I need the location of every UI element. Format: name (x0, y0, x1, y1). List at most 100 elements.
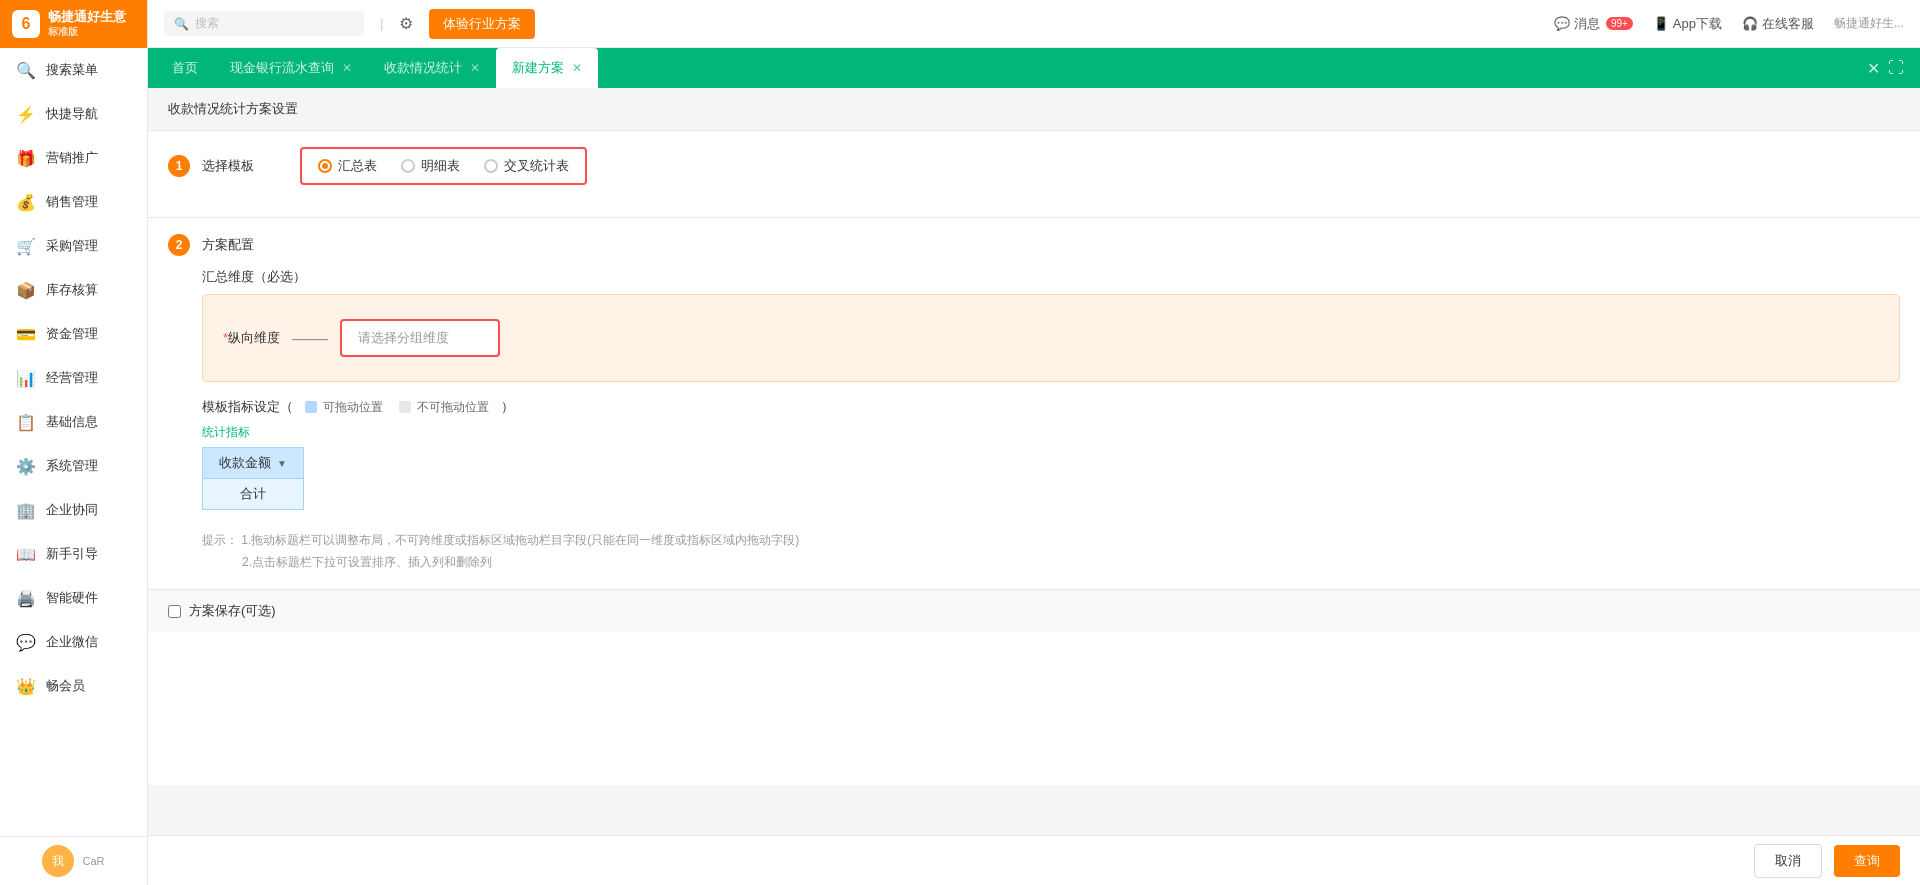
message-btn[interactable]: 💬 消息 99+ (1554, 15, 1633, 33)
save-section: 方案保存(可选) (148, 589, 1920, 632)
sidebar-item-sales[interactable]: 💰 销售管理 (0, 180, 147, 224)
download-label: App下载 (1673, 15, 1722, 33)
sidebar: 6 畅捷通好生意 标准版 🔍 搜索菜单 ⚡ 快捷导航 🎁 营销推广 💰 销售管理… (0, 0, 148, 885)
tab-bank-close[interactable]: ✕ (342, 61, 352, 75)
query-button[interactable]: 查询 (1834, 845, 1900, 877)
breadcrumb: 收款情况统计方案设置 (148, 88, 1920, 131)
sidebar-item-hardware[interactable]: 🖨️ 智能硬件 (0, 576, 147, 620)
capital-icon: 💳 (16, 325, 36, 344)
sidebar-item-label: 资金管理 (46, 325, 98, 343)
sidebar-item-label: 基础信息 (46, 413, 98, 431)
metric-body-cell: 合计 (202, 479, 304, 510)
vertical-dim-row: *纵向维度 —— 请选择分组维度 (223, 319, 1879, 357)
sidebar-item-operation[interactable]: 📊 经营管理 (0, 356, 147, 400)
avatar: 我 (42, 845, 74, 877)
main-area: 🔍 搜索 | ⚙ 体验行业方案 💬 消息 99+ 📱 App下载 🎧 在线客服 … (148, 0, 1920, 885)
sidebar-item-capital[interactable]: 💳 资金管理 (0, 312, 147, 356)
logo-icon: 6 (12, 10, 40, 38)
step2-number: 2 (168, 234, 190, 256)
message-label: 消息 (1574, 15, 1600, 33)
sidebar-item-corp[interactable]: 🏢 企业协同 (0, 488, 147, 532)
metric-header-cell[interactable]: 收款金额 ▼ (202, 447, 304, 479)
sidebar-item-search[interactable]: 🔍 搜索菜单 (0, 48, 147, 92)
sidebar-item-base[interactable]: 📋 基础信息 (0, 400, 147, 444)
save-label: 方案保存(可选) (189, 602, 276, 620)
message-icon: 💬 (1554, 16, 1570, 31)
metrics-grid: 收款金额 ▼ 合计 (202, 447, 1900, 510)
drag-indicator (305, 401, 317, 413)
sidebar-item-label: 营销推广 (46, 149, 98, 167)
sidebar-item-label: 库存核算 (46, 281, 98, 299)
step1-section: 1 选择模板 汇总表 明细表 (148, 131, 1920, 217)
tip1: 提示： 1.拖动标题栏可以调整布局，不可跨维度或指标区域拖动栏目字段(只能在同一… (202, 530, 1900, 552)
chevron-down-icon: ▼ (277, 458, 287, 469)
radio-cross-circle (484, 159, 498, 173)
industry-btn[interactable]: 体验行业方案 (429, 9, 535, 39)
sidebar-logo: 6 畅捷通好生意 标准版 (0, 0, 147, 48)
tab-stats-close[interactable]: ✕ (470, 61, 480, 75)
marketing-icon: 🎁 (16, 149, 36, 168)
template-detail-label: 明细表 (421, 157, 460, 175)
cancel-button[interactable]: 取消 (1754, 844, 1822, 878)
guide-icon: 📖 (16, 545, 36, 564)
legend-drag-label: 可拖动位置 (323, 399, 383, 416)
metrics-section: 模板指标设定（ 可拖动位置 不可拖动位置 ） (202, 398, 1900, 510)
template-options-box: 汇总表 明细表 交叉统计表 (300, 147, 587, 185)
operation-icon: 📊 (16, 369, 36, 388)
step1-number: 1 (168, 155, 190, 177)
sidebar-item-inventory[interactable]: 📦 库存核算 (0, 268, 147, 312)
purchase-icon: 🛒 (16, 237, 36, 256)
sidebar-item-system[interactable]: ⚙️ 系统管理 (0, 444, 147, 488)
tab-new-plan-close[interactable]: ✕ (572, 61, 582, 75)
tab-bank-label: 现金银行流水查询 (230, 59, 334, 77)
sidebar-item-wechat[interactable]: 💬 企业微信 (0, 620, 147, 664)
close-window-icon[interactable]: ✕ (1867, 59, 1880, 78)
gear-icon[interactable]: ⚙ (399, 14, 413, 33)
tab-stats[interactable]: 收款情况统计 ✕ (368, 48, 496, 88)
sidebar-item-label: 采购管理 (46, 237, 98, 255)
sidebar-item-label: 新手引导 (46, 545, 98, 563)
sidebar-item-label: 销售管理 (46, 193, 98, 211)
legend-nodrag-label: 不可拖动位置 (417, 399, 489, 416)
hardware-icon: 🖨️ (16, 589, 36, 608)
sidebar-item-guide[interactable]: 📖 新手引导 (0, 532, 147, 576)
quick-nav-icon: ⚡ (16, 105, 36, 124)
tab-stats-label: 收款情况统计 (384, 59, 462, 77)
search-placeholder: 搜索 (195, 15, 219, 32)
sidebar-item-label: 快捷导航 (46, 105, 98, 123)
sidebar-item-quick[interactable]: ⚡ 快捷导航 (0, 92, 147, 136)
search-bar[interactable]: 🔍 搜索 (164, 11, 364, 36)
save-checkbox[interactable] (168, 605, 181, 618)
window-controls: ✕ ⛶ (1867, 59, 1912, 78)
download-btn[interactable]: 📱 App下载 (1653, 15, 1722, 33)
page-body: 收款情况统计方案设置 1 选择模板 汇总表 (148, 88, 1920, 785)
maximize-window-icon[interactable]: ⛶ (1888, 59, 1904, 78)
sidebar-item-label: 企业微信 (46, 633, 98, 651)
sidebar-item-marketing[interactable]: 🎁 营销推广 (0, 136, 147, 180)
template-cross-label: 交叉统计表 (504, 157, 569, 175)
sidebar-item-label: 智能硬件 (46, 589, 98, 607)
sidebar-item-purchase[interactable]: 🛒 采购管理 (0, 224, 147, 268)
page-content: 收款情况统计方案设置 1 选择模板 汇总表 (148, 88, 1920, 835)
template-detail[interactable]: 明细表 (401, 157, 460, 175)
tab-new-plan[interactable]: 新建方案 ✕ (496, 48, 598, 88)
username-display: 畅捷通好生... (1834, 15, 1904, 32)
nodrag-indicator (399, 401, 411, 413)
service-btn[interactable]: 🎧 在线客服 (1742, 15, 1814, 33)
tab-new-plan-label: 新建方案 (512, 59, 564, 77)
metrics-section-label: 模板指标设定（ (202, 398, 293, 416)
metric-column: 收款金额 ▼ 合计 (202, 447, 304, 510)
template-summary[interactable]: 汇总表 (318, 157, 377, 175)
template-cross[interactable]: 交叉统计表 (484, 157, 569, 175)
grouping-dimension-select[interactable]: 请选择分组维度 (340, 319, 500, 357)
tab-bank[interactable]: 现金银行流水查询 ✕ (214, 48, 368, 88)
metrics-title: 统计指标 (202, 424, 1900, 441)
arrow-icon: —— (292, 328, 328, 349)
sidebar-item-member[interactable]: 👑 畅会员 (0, 664, 147, 708)
logo-text: 畅捷通好生意 (48, 9, 126, 25)
tip2: 2.点击标题栏下拉可设置排序、插入列和删除列 (242, 552, 1900, 574)
vertical-dim-label: *纵向维度 (223, 329, 280, 347)
tab-home[interactable]: 首页 (156, 48, 214, 88)
footer-bar: 取消 查询 (148, 835, 1920, 885)
system-icon: ⚙️ (16, 457, 36, 476)
